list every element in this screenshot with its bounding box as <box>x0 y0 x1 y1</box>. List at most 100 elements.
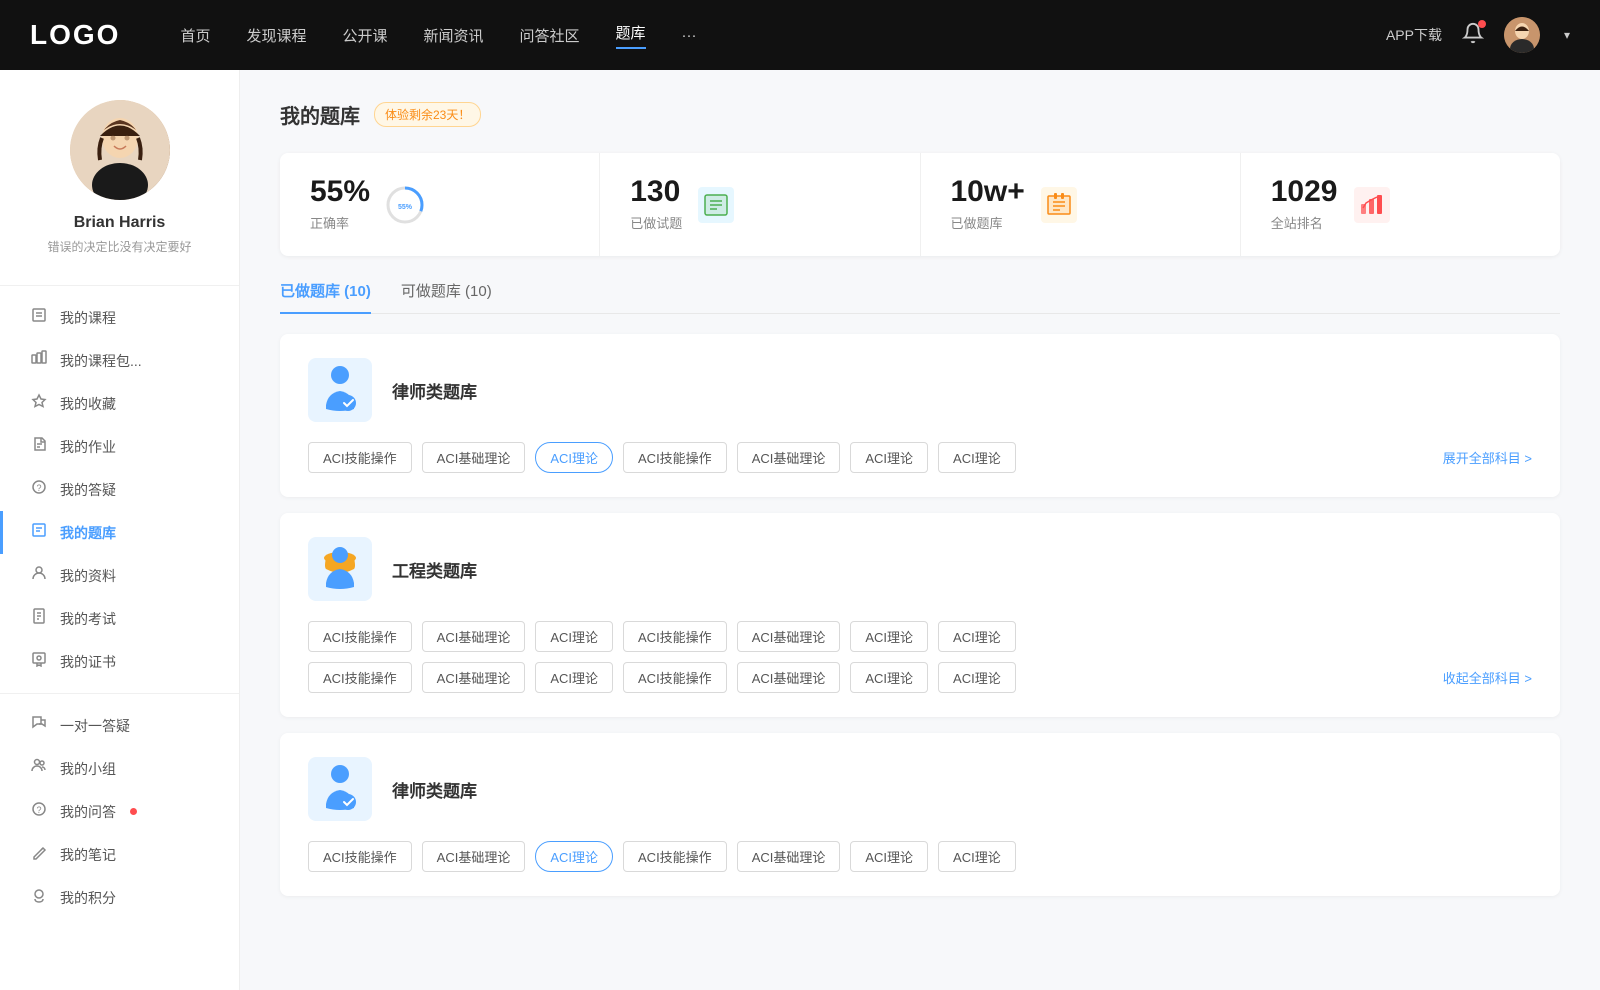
notification-dot <box>1478 20 1486 28</box>
homework-icon <box>30 436 48 457</box>
tag-item[interactable]: ACI理论 <box>850 841 928 872</box>
card-engineer-tags-row2-container: ACI技能操作 ACI基础理论 ACI理论 ACI技能操作 ACI基础理论 AC… <box>308 662 1532 693</box>
tag-item[interactable]: ACI理论 <box>850 621 928 652</box>
tag-item[interactable]: ACI基础理论 <box>737 442 841 473</box>
lawyer-icon-1 <box>308 358 372 422</box>
tag-item[interactable]: ACI理论 <box>535 662 613 693</box>
sidebar-item-question-bank[interactable]: 我的题库 <box>0 511 239 554</box>
sidebar-item-course-package[interactable]: 我的课程包... <box>0 339 239 382</box>
svg-text:?: ? <box>36 805 41 815</box>
tag-item-active[interactable]: ACI理论 <box>535 442 613 473</box>
tag-item[interactable]: ACI技能操作 <box>623 442 727 473</box>
sidebar-item-my-courses[interactable]: 我的课程 <box>0 296 239 339</box>
tag-item[interactable]: ACI技能操作 <box>623 662 727 693</box>
question-bank-icon <box>30 522 48 543</box>
tag-item[interactable]: ACI技能操作 <box>308 841 412 872</box>
tag-item[interactable]: ACI基础理论 <box>737 621 841 652</box>
my-exam-icon <box>30 608 48 629</box>
profile-avatar <box>70 100 170 200</box>
nav-news[interactable]: 新闻资讯 <box>424 25 484 46</box>
tag-item[interactable]: ACI基础理论 <box>737 662 841 693</box>
card-engineer-tags-row2: ACI技能操作 ACI基础理论 ACI理论 ACI技能操作 ACI基础理论 AC… <box>308 662 1016 693</box>
logo[interactable]: LOGO <box>30 19 120 51</box>
tag-item[interactable]: ACI基础理论 <box>422 841 526 872</box>
tag-item[interactable]: ACI技能操作 <box>623 841 727 872</box>
collapse-link-engineer[interactable]: 收起全部科目 > <box>1443 668 1532 687</box>
my-profile-label: 我的资料 <box>60 566 116 586</box>
sidebar-item-my-group[interactable]: 我的小组 <box>0 747 239 790</box>
sidebar-motto: 错误的决定比没有决定要好 <box>47 238 191 255</box>
sidebar-item-1on1-qa[interactable]: 一对一答疑 <box>0 704 239 747</box>
1on1-qa-label: 一对一答疑 <box>60 716 130 736</box>
done-banks-icon <box>1041 187 1077 223</box>
tag-item[interactable]: ACI基础理论 <box>422 621 526 652</box>
course-package-label: 我的课程包... <box>60 351 142 371</box>
tag-item[interactable]: ACI技能操作 <box>623 621 727 652</box>
stat-ranking-text: 1029 全站排名 <box>1271 177 1338 232</box>
card-lawyer-2-header: 律师类题库 <box>308 757 1532 821</box>
sidebar-item-my-points[interactable]: 我的积分 <box>0 876 239 919</box>
nav-open-courses[interactable]: 公开课 <box>342 25 387 46</box>
page-header: 我的题库 体验剩余23天！ <box>280 100 1560 129</box>
sidebar-item-certificate[interactable]: 我的证书 <box>0 640 239 683</box>
1on1-qa-icon <box>30 715 48 736</box>
tag-item[interactable]: ACI理论 <box>535 621 613 652</box>
sidebar-item-favorites[interactable]: 我的收藏 <box>0 382 239 425</box>
tag-item[interactable]: ACI理论 <box>850 662 928 693</box>
sidebar-item-my-exam[interactable]: 我的考试 <box>0 597 239 640</box>
nav-qa[interactable]: 问答社区 <box>520 25 580 46</box>
tag-item[interactable]: ACI技能操作 <box>308 662 412 693</box>
card-engineer-tags-row1: ACI技能操作 ACI基础理论 ACI理论 ACI技能操作 ACI基础理论 AC… <box>308 621 1532 652</box>
tag-item[interactable]: ACI理论 <box>938 841 1016 872</box>
tag-item[interactable]: ACI基础理论 <box>422 442 526 473</box>
sidebar-item-my-questions[interactable]: ? 我的问答 <box>0 790 239 833</box>
my-courses-icon <box>30 307 48 328</box>
avatar-image <box>1504 17 1540 53</box>
my-questions-icon: ? <box>30 801 48 822</box>
sidebar-username: Brian Harris <box>74 214 166 232</box>
app-download-button[interactable]: APP下载 <box>1386 25 1442 45</box>
nav-home[interactable]: 首页 <box>180 25 210 46</box>
card-lawyer-1-tags: ACI技能操作 ACI基础理论 ACI理论 ACI技能操作 ACI基础理论 AC… <box>308 442 1016 473</box>
tag-item[interactable]: ACI基础理论 <box>737 841 841 872</box>
ranking-icon <box>1354 187 1390 223</box>
homework-label: 我的作业 <box>60 437 116 457</box>
nav-question-bank[interactable]: 题库 <box>616 22 646 49</box>
tag-item[interactable]: ACI理论 <box>938 442 1016 473</box>
avatar-chevron[interactable]: ▾ <box>1564 28 1570 42</box>
tab-done-banks[interactable]: 已做题库 (10) <box>280 280 371 313</box>
sidebar-item-homework[interactable]: 我的作业 <box>0 425 239 468</box>
tag-item[interactable]: ACI技能操作 <box>308 442 412 473</box>
tab-available-banks[interactable]: 可做题库 (10) <box>401 280 492 313</box>
certificate-label: 我的证书 <box>60 652 116 672</box>
notification-bell[interactable] <box>1462 22 1484 49</box>
my-questions-label: 我的问答 <box>60 802 116 822</box>
stat-accuracy-value: 55% <box>310 177 370 207</box>
tag-item[interactable]: ACI基础理论 <box>422 662 526 693</box>
stat-done-banks-value: 10w+ <box>951 177 1025 207</box>
done-questions-icon <box>698 187 734 223</box>
sidebar-divider-top <box>0 285 239 286</box>
my-exam-label: 我的考试 <box>60 609 116 629</box>
nav-more[interactable]: ··· <box>682 27 697 44</box>
sidebar-item-my-profile[interactable]: 我的资料 <box>0 554 239 597</box>
stat-done-questions: 130 已做试题 <box>600 153 920 256</box>
tag-item[interactable]: ACI理论 <box>938 662 1016 693</box>
my-profile-icon <box>30 565 48 586</box>
trial-badge: 体验剩余23天！ <box>374 102 481 127</box>
stat-done-banks-text: 10w+ 已做题库 <box>951 177 1025 232</box>
tag-item[interactable]: ACI技能操作 <box>308 621 412 652</box>
nav-menu: 首页 发现课程 公开课 新闻资讯 问答社区 题库 ··· <box>180 22 1386 49</box>
tag-item-active[interactable]: ACI理论 <box>535 841 613 872</box>
sidebar-item-my-qa[interactable]: ? 我的答疑 <box>0 468 239 511</box>
question-bank-label: 我的题库 <box>60 523 116 543</box>
avatar[interactable] <box>1504 17 1540 53</box>
tag-item[interactable]: ACI理论 <box>938 621 1016 652</box>
tag-item[interactable]: ACI理论 <box>850 442 928 473</box>
nav-courses[interactable]: 发现课程 <box>246 25 306 46</box>
sidebar-item-my-notes[interactable]: 我的笔记 <box>0 833 239 876</box>
expand-link-1[interactable]: 展开全部科目 > <box>1443 448 1532 467</box>
accuracy-icon: 55% <box>386 186 424 224</box>
sidebar: Brian Harris 错误的决定比没有决定要好 我的课程 <box>0 70 240 990</box>
card-lawyer-1-title: 律师类题库 <box>392 378 477 403</box>
